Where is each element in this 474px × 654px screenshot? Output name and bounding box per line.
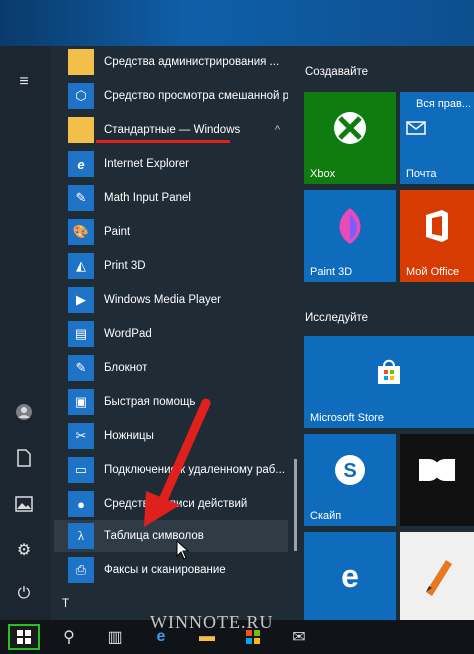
media-player-icon: ▶ (68, 287, 94, 313)
svg-text:e: e (341, 559, 359, 593)
pictures-icon[interactable] (8, 488, 40, 520)
math-input-icon: ✎ (68, 185, 94, 211)
tile-group-title[interactable]: Исследуйте (305, 312, 368, 324)
store-icon (304, 336, 474, 408)
steps-recorder-icon: ● (68, 491, 94, 517)
tile-label: Скайп (310, 510, 342, 522)
paint-3d-icon (304, 190, 396, 262)
list-item-label: WordPad (104, 328, 152, 340)
power-icon[interactable]: ⏻ (8, 578, 40, 610)
tile-paint-3d[interactable]: Paint 3D (304, 190, 396, 282)
3d-cube-icon: ⬡ (68, 83, 94, 109)
red-arrow-annotation (144, 398, 211, 527)
start-left-rail: ≡ ⚙ ⏻ (0, 46, 50, 620)
remote-desktop-icon: ▭ (68, 457, 94, 483)
list-item-label: Средства администрирования ... (104, 56, 280, 68)
tile-edge[interactable]: e (304, 532, 396, 620)
fax-scan-icon: ⎙ (68, 557, 94, 583)
list-item[interactable]: ▤ WordPad (54, 318, 288, 350)
tile-label: Мой Office (406, 266, 460, 278)
tile-label: Paint 3D (310, 266, 353, 278)
scrollbar-thumb[interactable] (294, 459, 297, 551)
character-map-icon: λ (68, 523, 94, 549)
mouse-cursor-icon (176, 540, 190, 560)
tile-label: Почта (406, 168, 437, 180)
office-icon (400, 190, 474, 262)
internet-explorer-icon: e (68, 151, 94, 177)
folder-icon (68, 49, 94, 75)
list-item[interactable]: ▶ Windows Media Player (54, 284, 288, 316)
skype-icon: S (304, 434, 396, 506)
windows-start-icon[interactable] (8, 624, 40, 650)
watermark: WINNOTE.RU (150, 612, 274, 632)
list-item[interactable]: e Internet Explorer (54, 148, 288, 180)
list-item[interactable]: ◭ Print 3D (54, 250, 288, 282)
list-item[interactable]: ⬡ Средство просмотра смешанной ре... (54, 80, 288, 112)
mail-icon (400, 92, 474, 164)
tile-skype[interactable]: S Скайп (304, 434, 396, 526)
user-icon[interactable] (8, 396, 40, 428)
list-item-label: Факсы и сканирование (104, 564, 226, 576)
scrollbar[interactable] (292, 46, 300, 620)
settings-icon[interactable]: ⚙ (8, 534, 40, 566)
tile-label: Xbox (310, 168, 336, 180)
list-item-label: Print 3D (104, 260, 146, 272)
tile-mail[interactable]: Вся прав... Почта (400, 92, 474, 184)
hamburger-menu-icon[interactable]: ≡ (8, 66, 40, 98)
tile-xbox[interactable]: Xbox (304, 92, 396, 184)
list-item-label: Средство просмотра смешанной ре... (104, 90, 288, 102)
list-item[interactable]: ✎ Math Input Panel (54, 182, 288, 214)
list-item[interactable]: ⎙ Факсы и сканирование (54, 554, 288, 586)
red-underline-annotation (96, 140, 230, 143)
tile-my-office[interactable]: Мой Office (400, 190, 474, 282)
document-icon[interactable] (8, 442, 40, 474)
task-view-icon[interactable]: ▥ (100, 624, 130, 650)
tile-group-title[interactable]: Создавайте (305, 66, 368, 78)
edge-icon: e (304, 532, 396, 620)
print-3d-icon: ◭ (68, 253, 94, 279)
mail-icon[interactable]: ✉ (284, 624, 314, 650)
list-item-label: Math Input Panel (104, 192, 191, 204)
list-item[interactable]: ✎ Блокнот (54, 352, 288, 384)
dolby-icon (400, 434, 474, 506)
wordpad-icon: ▤ (68, 321, 94, 347)
svg-text:S: S (343, 460, 356, 482)
desktop-background (0, 0, 474, 46)
notepad-icon: ✎ (68, 355, 94, 381)
paint-icon: 🎨 (68, 219, 94, 245)
list-item-label: Стандартные — Windows (104, 124, 241, 136)
letter-header[interactable]: T (62, 598, 69, 610)
chevron-up-icon[interactable]: ^ (275, 124, 280, 136)
xbox-icon (304, 92, 396, 164)
quick-assist-icon: ▣ (68, 389, 94, 415)
list-item-label: Блокнот (104, 362, 148, 374)
list-item-label: Paint (104, 226, 131, 238)
tile-sketchbook[interactable] (400, 532, 474, 620)
folder-icon (68, 117, 94, 143)
list-item[interactable]: Средства администрирования ... (54, 46, 288, 78)
list-item-label: Windows Media Player (104, 294, 221, 306)
tile-microsoft-store[interactable]: Microsoft Store (304, 336, 474, 428)
tile-label: Microsoft Store (310, 412, 384, 424)
search-icon[interactable]: ⚲ (54, 624, 84, 650)
list-item[interactable]: 🎨 Paint (54, 216, 288, 248)
scissors-icon: ✂ (68, 423, 94, 449)
list-item-label: Internet Explorer (104, 158, 190, 170)
tile-dolby[interactable] (400, 434, 474, 526)
sketchbook-icon (400, 532, 474, 620)
